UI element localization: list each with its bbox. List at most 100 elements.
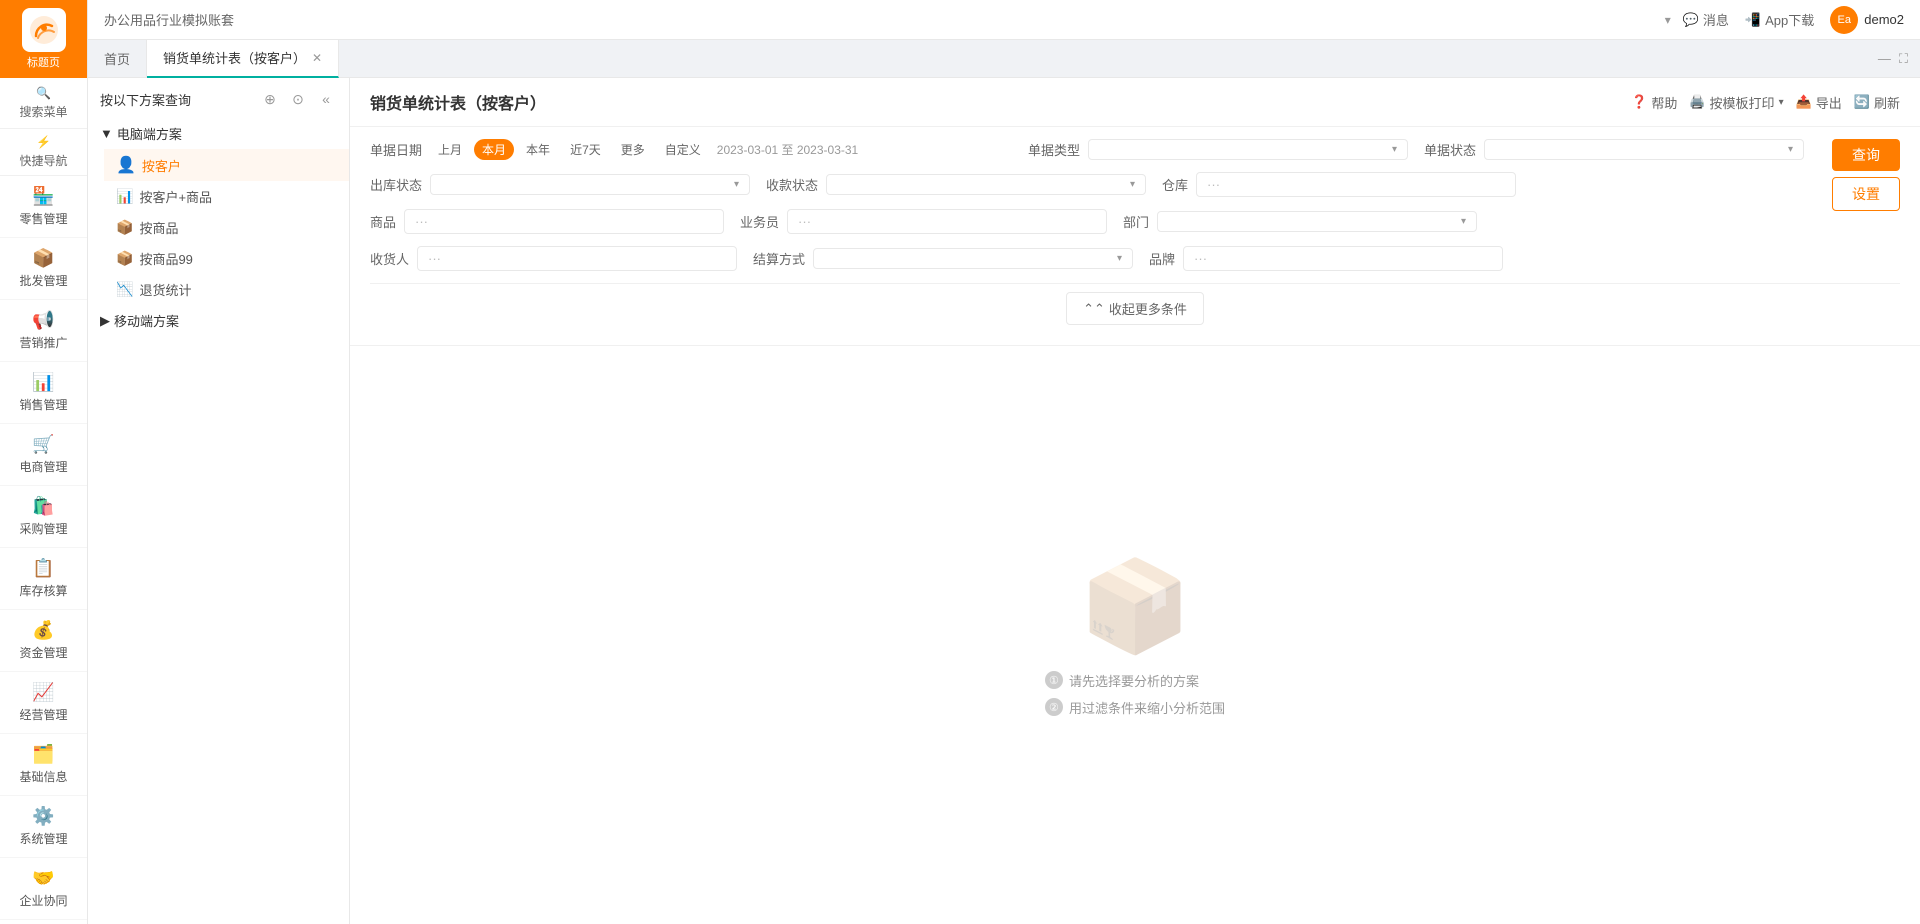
scheme-by-product[interactable]: 📦 按商品 [104,212,349,243]
scheme-by-customer[interactable]: 👤 按客户 [104,149,349,181]
sidebar-item-purchase[interactable]: 🛍️ 采购管理 [0,486,87,548]
return-stats-icon: 📉 [116,281,133,298]
collapse-more-btn[interactable]: ⌃⌃ 收起更多条件 [1066,292,1204,325]
sidebar-item-wholesale[interactable]: 📦 批发管理 [0,238,87,300]
last-month-btn[interactable]: 上月 [430,139,470,160]
payment-status-filter: 收款状态 ▾ [766,174,1146,195]
out-status-select[interactable]: ▾ [430,174,750,195]
message-btn[interactable]: 💬 消息 [1683,10,1729,29]
order-type-arrow: ▾ [1392,144,1397,155]
print-label: 按模板打印 [1710,93,1775,112]
scheme-return-stats[interactable]: 📉 退货统计 [104,274,349,305]
by-product-icon: 📦 [116,219,133,236]
last-7-days-btn[interactable]: 近7天 [562,139,609,160]
sidebar-item-enterprise[interactable]: 🤝 企业协同 [0,858,87,920]
date-range: 2023-03-01 至 2023-03-31 [717,141,858,158]
sidebar-menu: 🏪 零售管理 📦 批发管理 📢 营销推广 📊 销售管理 🛒 电商管理 🛍️ 采购… [0,176,87,924]
warehouse-select[interactable]: ··· [1196,172,1516,197]
help-btn[interactable]: ❓ 帮助 [1631,93,1677,112]
sidebar-item-system[interactable]: ⚙️ 系统管理 [0,796,87,858]
sidebar-item-finance[interactable]: 💰 资金管理 [0,610,87,672]
this-month-btn[interactable]: 本月 [474,139,514,160]
payment-method-label: 结算方式 [753,249,805,268]
collapse-panel-btn[interactable]: « [315,88,337,110]
retail-icon: 🏪 [32,186,54,207]
topbar-dropdown-arrow[interactable]: ▾ [1665,13,1671,27]
export-btn[interactable]: 📤 导出 [1796,93,1842,112]
settings-btn[interactable]: 设置 [1832,177,1900,211]
ecommerce-icon: 🛒 [32,434,54,455]
refresh-btn[interactable]: 🔄 刷新 [1854,93,1900,112]
payment-method-select[interactable]: ▾ [813,248,1133,269]
maximize-icon[interactable]: ⛶ [1899,51,1908,67]
desktop-scheme-children: 👤 按客户 📊 按客户+商品 📦 按商品 📦 按商品99 [88,149,349,305]
sidebar-item-ecommerce[interactable]: 🛒 电商管理 [0,424,87,486]
left-panel-title: 按以下方案查询 [100,90,191,109]
sidebar-item-retail[interactable]: 🏪 零售管理 [0,176,87,238]
custom-btn[interactable]: 自定义 [657,139,709,160]
enterprise-icon: 🤝 [32,868,54,889]
order-type-filter: 单据类型 ▾ [1028,139,1408,160]
minimize-icon[interactable]: — [1878,51,1891,66]
scheme-by-product-99[interactable]: 📦 按商品99 [104,243,349,274]
search-icon: 🔍 [36,86,51,100]
brand-select[interactable]: ··· [1183,246,1503,271]
topbar-right: 💬 消息 📲 App下载 Ea demo2 [1683,6,1904,34]
payment-status-select[interactable]: ▾ [826,174,1146,195]
chevron-down-icon: ▼ [100,126,113,141]
main-area: 办公用品行业模拟账套 ▾ 💬 消息 📲 App下载 Ea demo2 首页 [88,0,1920,924]
app-download-btn[interactable]: 📲 App下载 [1745,10,1814,29]
sidebar-item-basic[interactable]: 🗂️ 基础信息 [0,734,87,796]
settings-scheme-btn[interactable]: ⊙ [287,88,309,110]
user-area[interactable]: Ea demo2 [1830,6,1904,34]
quick-nav-item[interactable]: ⚡ 快捷导航 [0,129,87,176]
query-btn[interactable]: 查询 [1832,139,1900,171]
out-status-label: 出库状态 [370,175,422,194]
print-dropdown-icon: ▾ [1779,97,1784,108]
recipient-filter: 收货人 ··· [370,246,737,271]
right-panel: 销货单统计表（按客户） ❓ 帮助 🖨️ 按模板打印 ▾ 📤 导出 [350,78,1920,924]
mobile-scheme-label: 移动端方案 [114,311,179,330]
brand-filter: 品牌 ··· [1149,246,1503,271]
payment-status-label: 收款状态 [766,175,818,194]
sidebar-item-inventory[interactable]: 📋 库存核算 [0,548,87,610]
warehouse-filter: 仓库 ··· [1162,172,1516,197]
recipient-select[interactable]: ··· [417,246,737,271]
brand-label: 品牌 [1149,249,1175,268]
message-label: 消息 [1703,10,1729,29]
topbar-title: 办公用品行业模拟账套 [104,10,1653,29]
desktop-scheme-parent[interactable]: ▼ 电脑端方案 [88,118,349,149]
sidebar-item-newbie[interactable]: 🧭 新手引导 [0,920,87,924]
sidebar-item-sales[interactable]: 📊 销售管理 [0,362,87,424]
left-panel-actions: ⊕ ⊙ « [259,88,337,110]
sidebar-item-marketing[interactable]: 📢 营销推广 [0,300,87,362]
scheme-customer-product[interactable]: 📊 按客户+商品 [104,181,349,212]
dept-select[interactable]: ▾ [1157,211,1477,232]
add-scheme-btn[interactable]: ⊕ [259,88,281,110]
product-select[interactable]: ··· [404,209,724,234]
tab-sales-stats[interactable]: 销货单统计表（按客户） ✕ [147,40,339,78]
customer-product-label: 按客户+商品 [139,187,212,206]
this-year-btn[interactable]: 本年 [518,139,558,160]
order-type-select[interactable]: ▾ [1088,139,1408,160]
date-selector: 上月 本月 本年 近7天 更多 自定义 [430,139,709,160]
print-btn[interactable]: 🖨️ 按模板打印 ▾ [1689,93,1783,112]
tab-close-icon[interactable]: ✕ [312,52,322,64]
export-label: 导出 [1816,93,1842,112]
mobile-scheme-parent[interactable]: ▶ 移动端方案 [88,305,349,336]
tip-2-text: 用过滤条件来缩小分析范围 [1069,698,1225,717]
staff-label: 业务员 [740,212,779,231]
tab-home[interactable]: 首页 [88,40,147,78]
search-menu-item[interactable]: 🔍 搜索菜单 [0,78,87,129]
page-actions: ❓ 帮助 🖨️ 按模板打印 ▾ 📤 导出 🔄 刷新 [1631,93,1900,112]
more-btn[interactable]: 更多 [613,139,653,160]
sidebar-item-operations[interactable]: 📈 经营管理 [0,672,87,734]
order-status-label: 单据状态 [1424,140,1476,159]
filter-row-2: 出库状态 ▾ 收款状态 ▾ [370,172,1804,197]
operations-icon: 📈 [32,682,54,703]
payment-method-filter: 结算方式 ▾ [753,248,1133,269]
staff-select[interactable]: ··· [787,209,1107,234]
tip-1-number: ① [1045,671,1063,689]
order-status-select[interactable]: ▾ [1484,139,1804,160]
by-product-99-label: 按商品99 [139,249,192,268]
